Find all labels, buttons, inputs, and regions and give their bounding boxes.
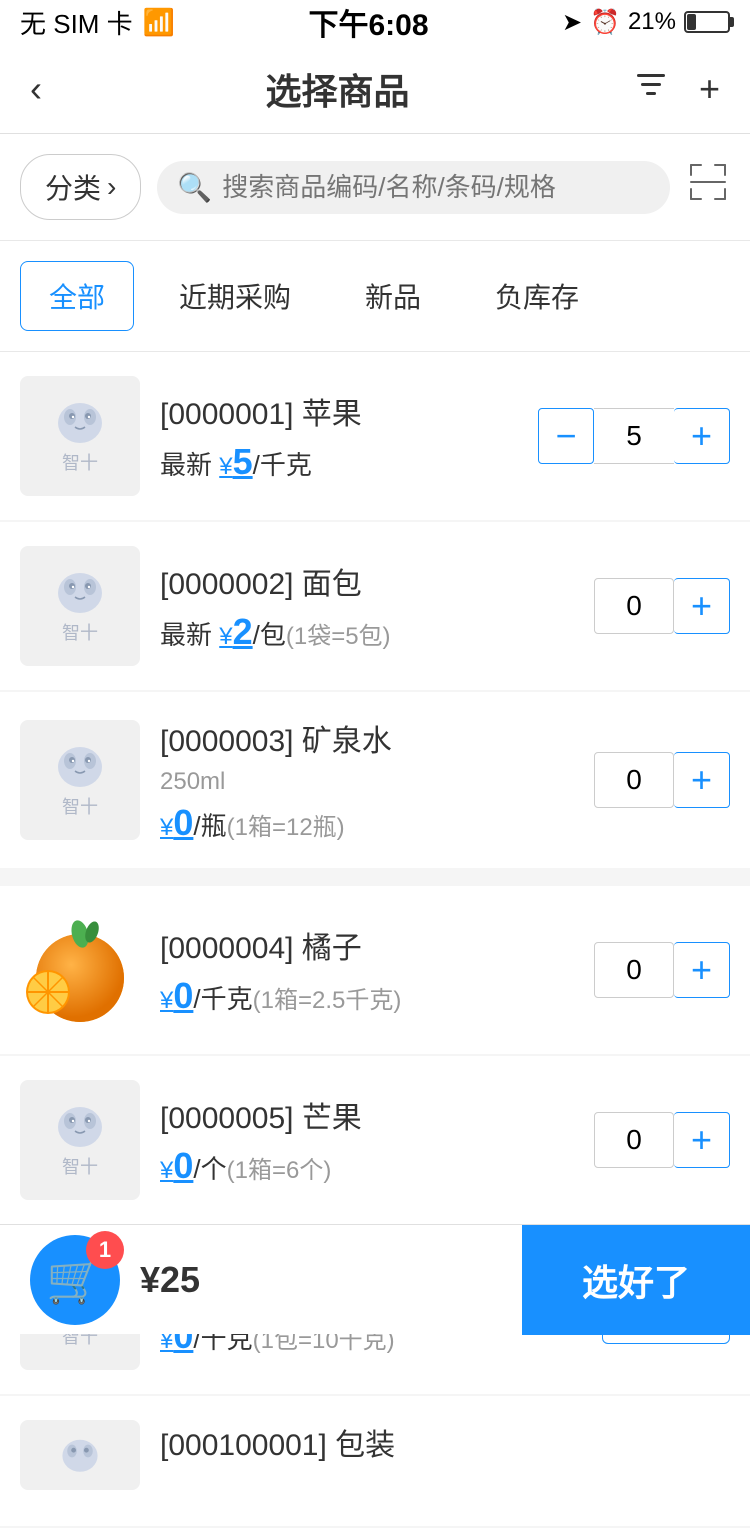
filter-icon[interactable] (633, 67, 669, 111)
back-button[interactable]: ‹ (30, 68, 42, 110)
product-list: 智十 [0000001] 苹果 最新 ¥5/千克 − + (0, 352, 750, 1526)
product-price: ¥0/千克(1箱=2.5千克) (160, 975, 574, 1017)
nav-right: + (633, 67, 720, 111)
search-input[interactable] (222, 172, 650, 203)
add-button[interactable]: + (699, 68, 720, 110)
qty-increase-button[interactable]: + (674, 752, 730, 808)
qty-increase-button[interactable]: + (674, 578, 730, 634)
qty-increase-button[interactable]: + (674, 942, 730, 998)
battery-icon (684, 11, 730, 33)
qty-control-0000001: − + (538, 408, 730, 464)
cart-icon-wrap: 🛒 1 (30, 1235, 120, 1325)
qty-control-0000003: + (594, 752, 730, 808)
product-info-0000002: [0000002] 面包 最新 ¥2/包(1袋=5包) (160, 559, 574, 653)
qty-control-0000002: + (594, 578, 730, 634)
carrier-text: 无 SIM 卡 (20, 4, 133, 41)
list-item: 智十 [0000003] 矿泉水 250ml ¥0/瓶(1箱=12瓶) + (0, 692, 750, 868)
product-info-0000001: [0000001] 苹果 最新 ¥5/千克 (160, 389, 518, 483)
status-time: 下午6:08 (308, 0, 428, 44)
owl-text: 智十 (62, 449, 98, 475)
search-box: 🔍 (157, 161, 670, 214)
search-icon: 🔍 (177, 171, 212, 204)
owl-text: 智十 (62, 793, 98, 819)
category-chevron: › (107, 171, 116, 203)
cart-badge: 1 (86, 1231, 124, 1269)
product-info-0000005: [0000005] 芒果 ¥0/个(1箱=6个) (160, 1093, 574, 1187)
qty-control-0000005: + (594, 1112, 730, 1168)
qty-increase-button[interactable]: + (674, 408, 730, 464)
category-button[interactable]: 分类 › (20, 154, 141, 220)
bottom-bar: 🛒 1 ¥25 选好了 (0, 1224, 750, 1334)
product-info-0000004: [0000004] 橘子 ¥0/千克(1箱=2.5千克) (160, 923, 574, 1017)
product-price: ¥0/瓶(1箱=12瓶) (160, 802, 574, 844)
list-item: 智十 [0000001] 苹果 最新 ¥5/千克 − + (0, 352, 750, 520)
product-name: [0000003] 矿泉水 (160, 716, 574, 760)
product-info-000100001: [000100001] 包装 (160, 1420, 730, 1472)
tab-all[interactable]: 全部 (20, 261, 134, 331)
status-right: ➤ ⏰ 21% (562, 8, 730, 37)
product-image-0000004 (20, 910, 140, 1030)
product-image-000100001 (20, 1420, 140, 1490)
filter-bar: 分类 › 🔍 (0, 134, 750, 241)
qty-decrease-button[interactable]: − (538, 408, 594, 464)
product-name: [0000004] 橘子 (160, 923, 574, 967)
list-item: [000100001] 包装 (0, 1396, 750, 1526)
owl-text: 智十 (62, 1153, 98, 1179)
wifi-icon: 📶 (143, 7, 175, 38)
tab-new[interactable]: 新品 (336, 261, 450, 331)
status-left: 无 SIM 卡 📶 (20, 4, 175, 41)
product-name: [0000002] 面包 (160, 559, 574, 603)
product-image-0000005: 智十 (20, 1080, 140, 1200)
qty-increase-button[interactable]: + (674, 1112, 730, 1168)
scan-icon[interactable] (686, 160, 730, 214)
product-price: ¥0/个(1箱=6个) (160, 1145, 574, 1187)
category-label: 分类 (45, 167, 101, 207)
qty-input[interactable] (594, 408, 674, 464)
tab-negative[interactable]: 负库存 (466, 261, 608, 331)
product-image-0000003: 智十 (20, 720, 140, 840)
product-image-0000002: 智十 (20, 546, 140, 666)
list-item: 智十 [0000002] 面包 最新 ¥2/包(1袋=5包) + (0, 522, 750, 690)
product-name: [0000001] 苹果 (160, 389, 518, 433)
product-price: 最新 ¥5/千克 (160, 441, 518, 483)
nav-left: ‹ (30, 68, 42, 110)
location-icon: ➤ (562, 8, 582, 37)
status-bar: 无 SIM 卡 📶 下午6:08 ➤ ⏰ 21% (0, 0, 750, 44)
qty-input[interactable] (594, 752, 674, 808)
product-image-0000001: 智十 (20, 376, 140, 496)
cart-area[interactable]: 🛒 1 ¥25 (0, 1235, 230, 1325)
product-price: 最新 ¥2/包(1袋=5包) (160, 611, 574, 653)
product-name: [0000005] 芒果 (160, 1093, 574, 1137)
product-info-0000003: [0000003] 矿泉水 250ml ¥0/瓶(1箱=12瓶) (160, 716, 574, 844)
product-name: [000100001] 包装 (160, 1420, 730, 1464)
confirm-button[interactable]: 选好了 (522, 1225, 750, 1335)
qty-input[interactable] (594, 1112, 674, 1168)
list-item: 智十 [0000005] 芒果 ¥0/个(1箱=6个) + (0, 1056, 750, 1224)
cart-total: ¥25 (140, 1259, 200, 1301)
qty-input[interactable] (594, 942, 674, 998)
list-item: [0000004] 橘子 ¥0/千克(1箱=2.5千克) + (0, 886, 750, 1054)
owl-text: 智十 (62, 619, 98, 645)
qty-input[interactable] (594, 578, 674, 634)
page-title: 选择商品 (265, 63, 409, 115)
battery-text: 21% (628, 8, 676, 36)
qty-control-0000004: + (594, 942, 730, 998)
product-spec: 250ml (160, 768, 574, 796)
nav-bar: ‹ 选择商品 + (0, 44, 750, 134)
alarm-icon: ⏰ (590, 8, 620, 37)
tab-recent[interactable]: 近期采购 (150, 261, 320, 331)
tab-bar: 全部 近期采购 新品 负库存 (0, 241, 750, 352)
